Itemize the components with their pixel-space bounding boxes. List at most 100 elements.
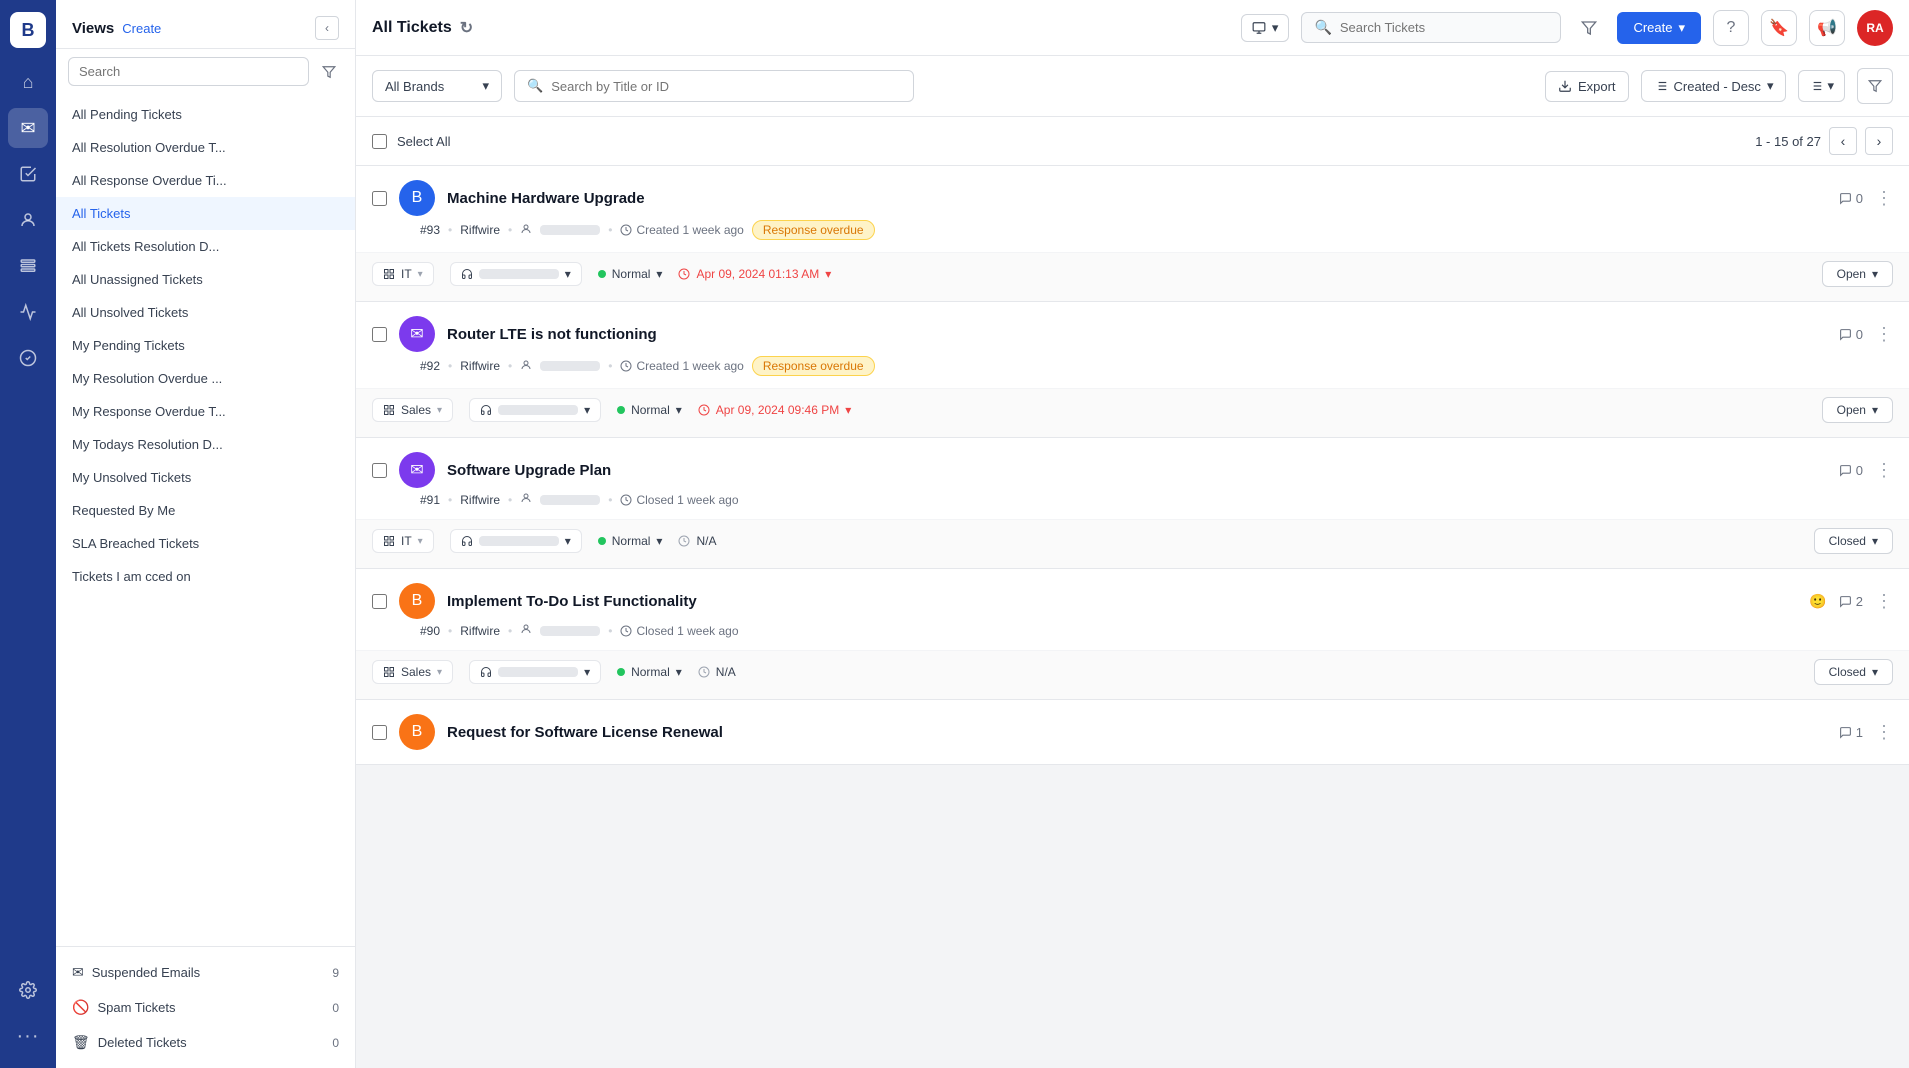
ticket-title-3[interactable]: Software Upgrade Plan bbox=[447, 462, 1827, 479]
select-all-checkbox[interactable] bbox=[372, 134, 387, 149]
view-item-label: Tickets I am cced on bbox=[72, 569, 191, 584]
timestamp-chip-2[interactable]: Apr 09, 2024 09:46 PM ▾ bbox=[698, 403, 851, 417]
priority-dot-2 bbox=[617, 406, 625, 414]
notifications-button[interactable]: 📢 bbox=[1809, 10, 1845, 46]
tickets-nav-icon[interactable]: ✉ bbox=[8, 108, 48, 148]
ticket-checkbox-2[interactable] bbox=[372, 327, 387, 342]
ticket-title-2[interactable]: Router LTE is not functioning bbox=[447, 326, 1827, 343]
priority-label-2: Normal bbox=[631, 403, 670, 417]
view-item-my-todays-resolution[interactable]: My Todays Resolution D... bbox=[56, 428, 355, 461]
ticket-title-1[interactable]: Machine Hardware Upgrade bbox=[447, 190, 1827, 207]
contacts-nav-icon[interactable] bbox=[8, 200, 48, 240]
view-item-all-resolution-overdue[interactable]: All Resolution Overdue T... bbox=[56, 131, 355, 164]
tickets-toolbar: All Brands ▾ 🔍 Export Created - Desc ▾ ▾ bbox=[356, 56, 1909, 117]
status-badge-2[interactable]: Open ▾ bbox=[1822, 397, 1893, 423]
export-button[interactable]: Export bbox=[1545, 71, 1629, 102]
ticket-checkbox-4[interactable] bbox=[372, 594, 387, 609]
priority-chip-1[interactable]: Normal ▾ bbox=[598, 267, 663, 281]
department-chip-2[interactable]: Sales ▾ bbox=[372, 398, 453, 422]
priority-chip-4[interactable]: Normal ▾ bbox=[617, 665, 682, 679]
department-chip-4[interactable]: Sales ▾ bbox=[372, 660, 453, 684]
bookmarks-button[interactable]: 🔖 bbox=[1761, 10, 1797, 46]
ticket-title-5[interactable]: Request for Software License Renewal bbox=[447, 724, 1827, 741]
ticket-header-2: ✉ Router LTE is not functioning 0 ⋮ bbox=[356, 302, 1909, 352]
select-all-label[interactable]: Select All bbox=[397, 134, 450, 149]
next-page-button[interactable]: › bbox=[1865, 127, 1893, 155]
timestamp-chip-1[interactable]: Apr 09, 2024 01:13 AM ▾ bbox=[678, 267, 831, 281]
home-icon[interactable]: ⌂ bbox=[8, 62, 48, 102]
search-filter-button[interactable] bbox=[1573, 12, 1605, 44]
ticket-checkbox-5[interactable] bbox=[372, 725, 387, 740]
toolbar-filter-button[interactable] bbox=[1857, 68, 1893, 104]
create-chevron-icon: ▾ bbox=[1678, 20, 1685, 36]
priority-chip-3[interactable]: Normal ▾ bbox=[598, 534, 663, 548]
create-button[interactable]: Create ▾ bbox=[1617, 12, 1701, 44]
view-item-requested-by-me[interactable]: Requested By Me bbox=[56, 494, 355, 527]
view-item-my-unsolved[interactable]: My Unsolved Tickets bbox=[56, 461, 355, 494]
timestamp-chip-4[interactable]: N/A bbox=[698, 665, 736, 679]
view-item-tickets-cced[interactable]: Tickets I am cced on bbox=[56, 560, 355, 593]
assignee-name-1 bbox=[479, 269, 559, 279]
priority-chevron-3: ▾ bbox=[656, 534, 662, 548]
view-item-sla-breached[interactable]: SLA Breached Tickets bbox=[56, 527, 355, 560]
assignee-chip-1[interactable]: ▾ bbox=[450, 262, 582, 286]
comment-icon-3 bbox=[1839, 464, 1852, 477]
footer-item-spam-tickets[interactable]: 🚫 Spam Tickets 0 bbox=[56, 990, 355, 1025]
help-button[interactable]: ? bbox=[1713, 10, 1749, 46]
more-button-3[interactable]: ⋮ bbox=[1875, 460, 1893, 481]
view-toggle-button[interactable]: ▾ bbox=[1798, 70, 1845, 102]
assignee-chip-2[interactable]: ▾ bbox=[469, 398, 601, 422]
view-item-all-pending[interactable]: All Pending Tickets bbox=[56, 98, 355, 131]
global-search-input[interactable] bbox=[1340, 20, 1549, 35]
approvals-nav-icon[interactable] bbox=[8, 338, 48, 378]
department-chip-3[interactable]: IT ▾ bbox=[372, 529, 434, 553]
views-collapse-button[interactable]: ‹ bbox=[315, 16, 339, 40]
more-button-1[interactable]: ⋮ bbox=[1875, 188, 1893, 209]
ticket-title-4[interactable]: Implement To-Do List Functionality bbox=[447, 593, 1797, 610]
department-chip-1[interactable]: IT ▾ bbox=[372, 262, 434, 286]
deleted-tickets-count: 0 bbox=[332, 1036, 339, 1050]
more-button-2[interactable]: ⋮ bbox=[1875, 324, 1893, 345]
more-button-5[interactable]: ⋮ bbox=[1875, 722, 1893, 743]
status-badge-3[interactable]: Closed ▾ bbox=[1814, 528, 1893, 554]
priority-chip-2[interactable]: Normal ▾ bbox=[617, 403, 682, 417]
view-item-all-tickets-resolution[interactable]: All Tickets Resolution D... bbox=[56, 230, 355, 263]
view-item-all-unsolved[interactable]: All Unsolved Tickets bbox=[56, 296, 355, 329]
ticket-requester-2 bbox=[520, 359, 532, 374]
footer-item-deleted-tickets[interactable]: 🗑 Deleted Tickets 0 bbox=[56, 1025, 355, 1060]
view-item-my-resolution-overdue[interactable]: My Resolution Overdue ... bbox=[56, 362, 355, 395]
title-search-input[interactable] bbox=[551, 79, 901, 94]
more-nav-icon[interactable]: ··· bbox=[8, 1016, 48, 1056]
view-item-my-pending[interactable]: My Pending Tickets bbox=[56, 329, 355, 362]
settings-nav-icon[interactable] bbox=[8, 970, 48, 1010]
ticket-meta-4: #90 • Riffwire • • Closed 1 week ago bbox=[356, 619, 1909, 650]
view-item-label: All Tickets bbox=[72, 206, 131, 221]
more-button-4[interactable]: ⋮ bbox=[1875, 591, 1893, 612]
list-nav-icon[interactable] bbox=[8, 246, 48, 286]
footer-item-suspended-emails[interactable]: ✉ Suspended Emails 9 bbox=[56, 955, 355, 990]
view-item-label: All Pending Tickets bbox=[72, 107, 182, 122]
view-item-my-response-overdue[interactable]: My Response Overdue T... bbox=[56, 395, 355, 428]
view-item-all-unassigned[interactable]: All Unassigned Tickets bbox=[56, 263, 355, 296]
view-item-all-response-overdue[interactable]: All Response Overdue Ti... bbox=[56, 164, 355, 197]
refresh-button[interactable]: ↻ bbox=[460, 18, 473, 38]
views-filter-button[interactable] bbox=[315, 58, 343, 86]
status-badge-4[interactable]: Closed ▾ bbox=[1814, 659, 1893, 685]
assignee-chip-3[interactable]: ▾ bbox=[450, 529, 582, 553]
user-avatar[interactable]: RA bbox=[1857, 10, 1893, 46]
views-create-button[interactable]: Create bbox=[122, 21, 161, 36]
status-badge-1[interactable]: Open ▾ bbox=[1822, 261, 1893, 287]
ticket-checkbox-3[interactable] bbox=[372, 463, 387, 478]
prev-page-button[interactable]: ‹ bbox=[1829, 127, 1857, 155]
ticket-checkbox-1[interactable] bbox=[372, 191, 387, 206]
views-search-input[interactable] bbox=[68, 57, 309, 86]
tasks-nav-icon[interactable] bbox=[8, 154, 48, 194]
view-item-label: My Todays Resolution D... bbox=[72, 437, 223, 452]
analytics-nav-icon[interactable] bbox=[8, 292, 48, 332]
brand-select[interactable]: All Brands ▾ bbox=[372, 70, 502, 102]
assignee-chip-4[interactable]: ▾ bbox=[469, 660, 601, 684]
timestamp-chip-3[interactable]: N/A bbox=[678, 534, 716, 548]
view-item-all-tickets[interactable]: All Tickets bbox=[56, 197, 355, 230]
channel-selector[interactable]: ▾ bbox=[1241, 14, 1290, 42]
sort-button[interactable]: Created - Desc ▾ bbox=[1641, 70, 1787, 102]
